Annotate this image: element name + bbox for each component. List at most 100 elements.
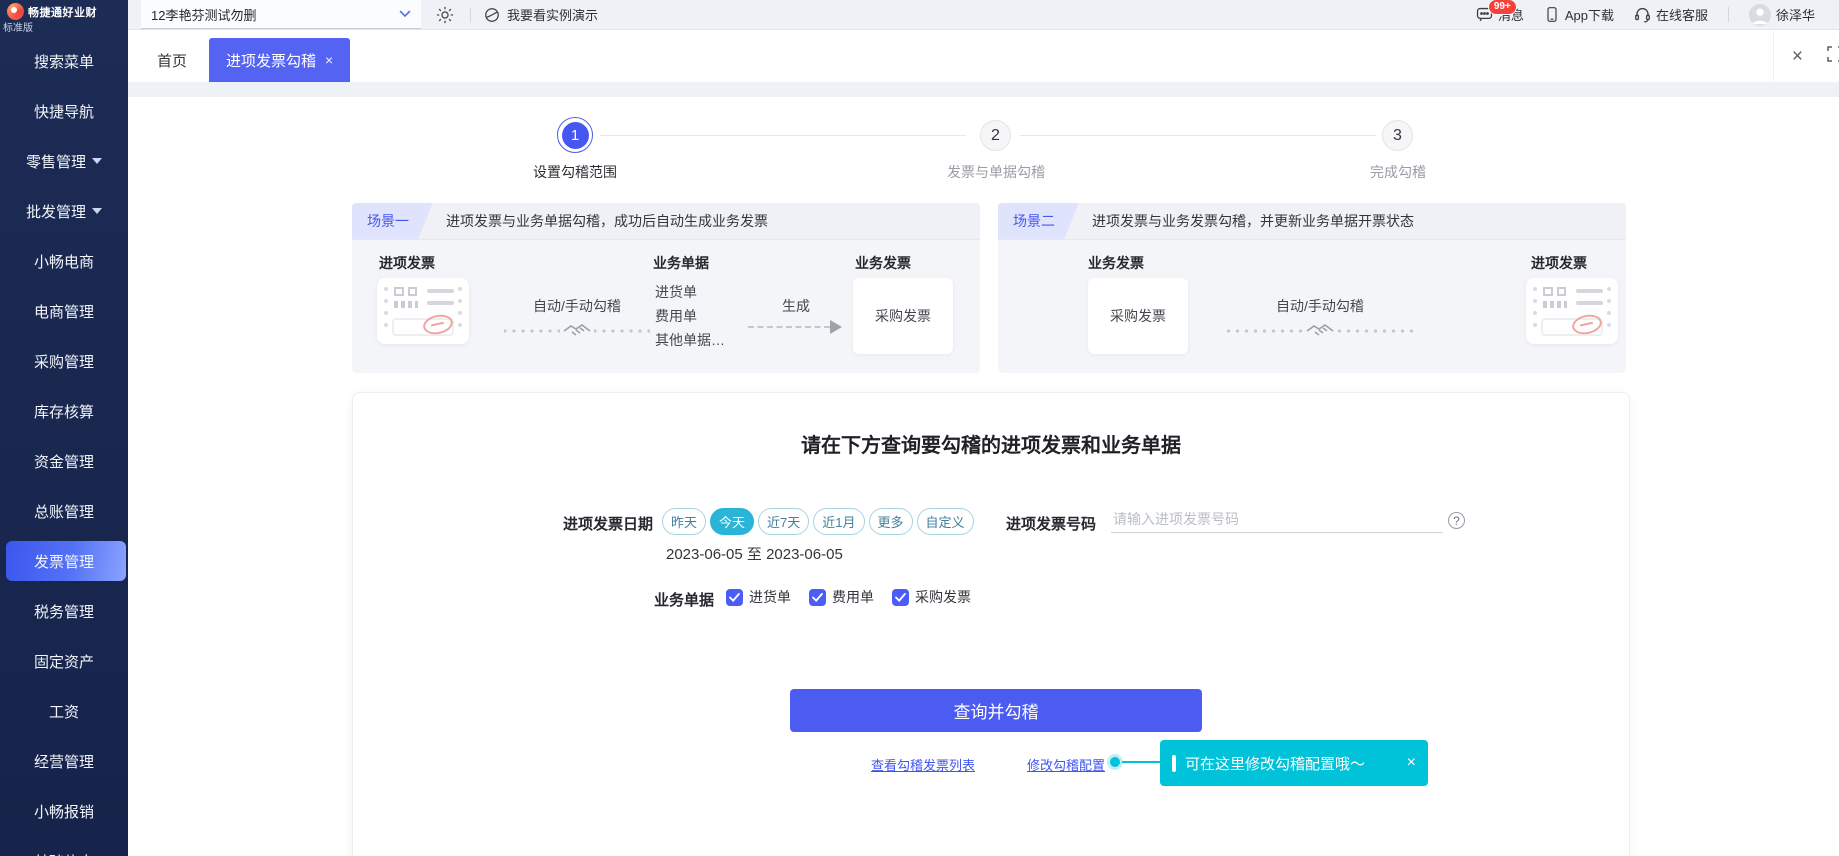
close-icon[interactable]: × xyxy=(1792,47,1803,66)
sidebar-item-retail[interactable]: 零售管理 xyxy=(0,136,128,186)
business-doc-label: 业务单据 xyxy=(654,592,715,609)
sidebar-item-wholesale[interactable]: 批发管理 xyxy=(0,186,128,236)
app-window: 12李艳芬测试勿删 我要看实例演示 消息 99+ App下载 在线客服 徐泽华 … xyxy=(0,0,1839,856)
sidebar-item-purchase[interactable]: 采购管理 xyxy=(0,336,128,386)
scenario-1-header: 场景一 进项发票与业务单据勾稽，成功后自动生成业务发票 xyxy=(352,203,980,240)
demo-link[interactable]: 我要看实例演示 xyxy=(484,0,598,29)
pill-yesterday[interactable]: 昨天 xyxy=(662,508,707,535)
headset-icon xyxy=(1635,7,1650,23)
sidebar-item-payroll[interactable]: 工资 xyxy=(0,686,128,736)
handshake-icon xyxy=(563,324,591,336)
scenario-1-tag: 场景一 xyxy=(352,203,433,240)
view-matched-invoice-list-link[interactable]: 查看勾稽发票列表 xyxy=(871,755,975,774)
guide-tooltip: 可在这里修改勾稽配置哦～ × xyxy=(1160,740,1428,786)
sidebar-item-ledger[interactable]: 总账管理 xyxy=(0,486,128,536)
org-selector[interactable]: 12李艳芬测试勿删 xyxy=(141,0,421,29)
qr-block xyxy=(394,287,404,296)
guide-connector-line xyxy=(1122,761,1162,763)
dotted-line xyxy=(1337,329,1414,333)
input-invoice-title: 进项发票 xyxy=(1531,255,1587,271)
user-menu[interactable]: 徐泽华 xyxy=(1748,3,1815,26)
avatar xyxy=(1748,3,1771,26)
checkbox-checked-icon xyxy=(892,588,909,606)
sidebar-item-quick-nav[interactable]: 快捷导航 xyxy=(0,86,128,136)
app-download-button[interactable]: App下载 xyxy=(1544,5,1614,24)
sidebar-item-fixed-assets[interactable]: 固定资产 xyxy=(0,636,128,686)
invoice-number-input[interactable] xyxy=(1111,506,1443,533)
text-line xyxy=(427,289,454,293)
pill-last7days[interactable]: 近7天 xyxy=(758,508,810,535)
pill-today-active[interactable]: 今天 xyxy=(710,508,755,535)
tabbar: 首页 进项发票勾稽 × × xyxy=(128,30,1839,82)
tab-home[interactable]: 首页 xyxy=(147,38,197,82)
step-2-circle: 2 xyxy=(980,120,1011,151)
topbar-divider xyxy=(1727,7,1729,22)
purchase-invoice-box: 采购发票 xyxy=(853,278,953,354)
dotted-line xyxy=(504,329,560,333)
modify-match-config-link[interactable]: 修改勾稽配置 xyxy=(1027,755,1105,774)
topbar: 12李艳芬测试勿删 我要看实例演示 消息 99+ App下载 在线客服 徐泽华 xyxy=(128,0,1839,30)
sidebar-menu: 搜索菜单 快捷导航 零售管理 批发管理 小畅电商 电商管理 采购管理 库存核算 … xyxy=(0,36,128,856)
business-invoice-title: 业务发票 xyxy=(1088,255,1144,271)
input-invoice-title: 进项发票 xyxy=(379,255,435,271)
query-and-match-button[interactable]: 查询并勾稽 xyxy=(790,689,1202,732)
sidebar-item-inventory[interactable]: 库存核算 xyxy=(0,386,128,436)
checkbox-expense-order[interactable]: 费用单 xyxy=(809,587,874,607)
invoice-icon xyxy=(377,278,469,344)
online-service-label: 在线客服 xyxy=(1655,8,1708,23)
sidebar-item-invoice-active[interactable]: 发票管理 xyxy=(0,536,128,586)
tooltip-close-icon[interactable]: × xyxy=(1407,754,1416,772)
chevron-down-icon xyxy=(399,10,411,18)
scenario-2-header: 场景二 进项发票与业务发票勾稽，并更新业务单据开票状态 xyxy=(998,203,1626,240)
scenario-1-body: 进项发票 自动/手动勾稽 业务单据 进货单 费用单 其他单据… 生成 业务发票 … xyxy=(352,240,980,372)
qr-block xyxy=(1543,287,1553,296)
purchase-invoice-box: 采购发票 xyxy=(1088,278,1188,354)
handshake-icon xyxy=(1306,324,1334,336)
match-mode-label: 自动/手动勾稽 xyxy=(533,298,621,314)
help-icon[interactable]: ? xyxy=(1448,512,1465,529)
online-service-button[interactable]: 在线客服 xyxy=(1634,5,1708,24)
demo-globe-icon xyxy=(485,7,499,22)
fullscreen-corners-icon[interactable] xyxy=(1827,45,1839,67)
topbar-divider xyxy=(470,8,471,23)
sidebar-item-operations[interactable]: 经营管理 xyxy=(0,736,128,786)
checkbox-purchase-invoice[interactable]: 采购发票 xyxy=(892,587,971,607)
chevron-down-icon xyxy=(92,158,102,164)
generate-arrow xyxy=(748,320,842,334)
demo-link-label: 我要看实例演示 xyxy=(507,8,599,23)
pill-last1month[interactable]: 近1月 xyxy=(813,508,865,535)
qr-block xyxy=(394,301,418,308)
match-handshake-row xyxy=(504,320,650,342)
scenario-2-tag: 场景二 xyxy=(998,203,1079,240)
selected-date-range: 2023-06-05 至 2023-06-05 xyxy=(666,546,843,563)
content-top-strip xyxy=(128,82,1839,97)
messages-button[interactable]: 消息 99+ xyxy=(1476,0,1524,24)
text-line xyxy=(1576,301,1603,305)
main-content: 1 2 3 设置勾稽范围 发票与单据勾稽 完成勾稽 场景一 进项发票与业务单据勾… xyxy=(128,82,1839,856)
sidebar-item-xiaochang-ecom[interactable]: 小畅电商 xyxy=(0,236,128,286)
query-form-card: 请在下方查询要勾稽的进项发票和业务单据 进项发票日期 昨天 今天 近7天 近1月… xyxy=(352,392,1630,856)
sidebar-item-funds[interactable]: 资金管理 xyxy=(0,436,128,486)
stepper-line xyxy=(1020,135,1376,136)
sidebar-item-tax[interactable]: 税务管理 xyxy=(0,586,128,636)
tab-active[interactable]: 进项发票勾稽 × xyxy=(209,38,351,82)
checkbox-purchase-order[interactable]: 进货单 xyxy=(726,587,791,607)
messages-badge: 99+ xyxy=(1487,0,1517,15)
sidebar-item-expense[interactable]: 小畅报销 xyxy=(0,786,128,836)
sidebar: 畅捷通好业财 标准版 搜索菜单 快捷导航 零售管理 批发管理 小畅电商 电商管理… xyxy=(0,0,128,856)
sidebar-item-base-info[interactable]: 基础信息 xyxy=(0,836,128,856)
tab-close-icon[interactable]: × xyxy=(325,52,333,68)
phone-icon xyxy=(1547,7,1557,22)
date-range-pills: 昨天 今天 近7天 近1月 更多 自定义 xyxy=(662,508,974,535)
qr-block xyxy=(1543,301,1567,308)
invoice-number-label: 进项发票号码 xyxy=(1006,516,1097,533)
topbar-right-group: 消息 99+ App下载 在线客服 徐泽华 xyxy=(1476,0,1815,29)
pill-more[interactable]: 更多 xyxy=(868,508,913,535)
pill-custom[interactable]: 自定义 xyxy=(916,508,974,535)
sidebar-item-search-menu[interactable]: 搜索菜单 xyxy=(0,36,128,86)
sidebar-item-ecom[interactable]: 电商管理 xyxy=(0,286,128,336)
match-handshake-row xyxy=(1226,320,1414,342)
settings-gear-icon[interactable] xyxy=(436,6,454,29)
tabbar-window-buttons: × xyxy=(1772,30,1839,82)
step-3-label: 完成勾稽 xyxy=(1370,164,1426,180)
